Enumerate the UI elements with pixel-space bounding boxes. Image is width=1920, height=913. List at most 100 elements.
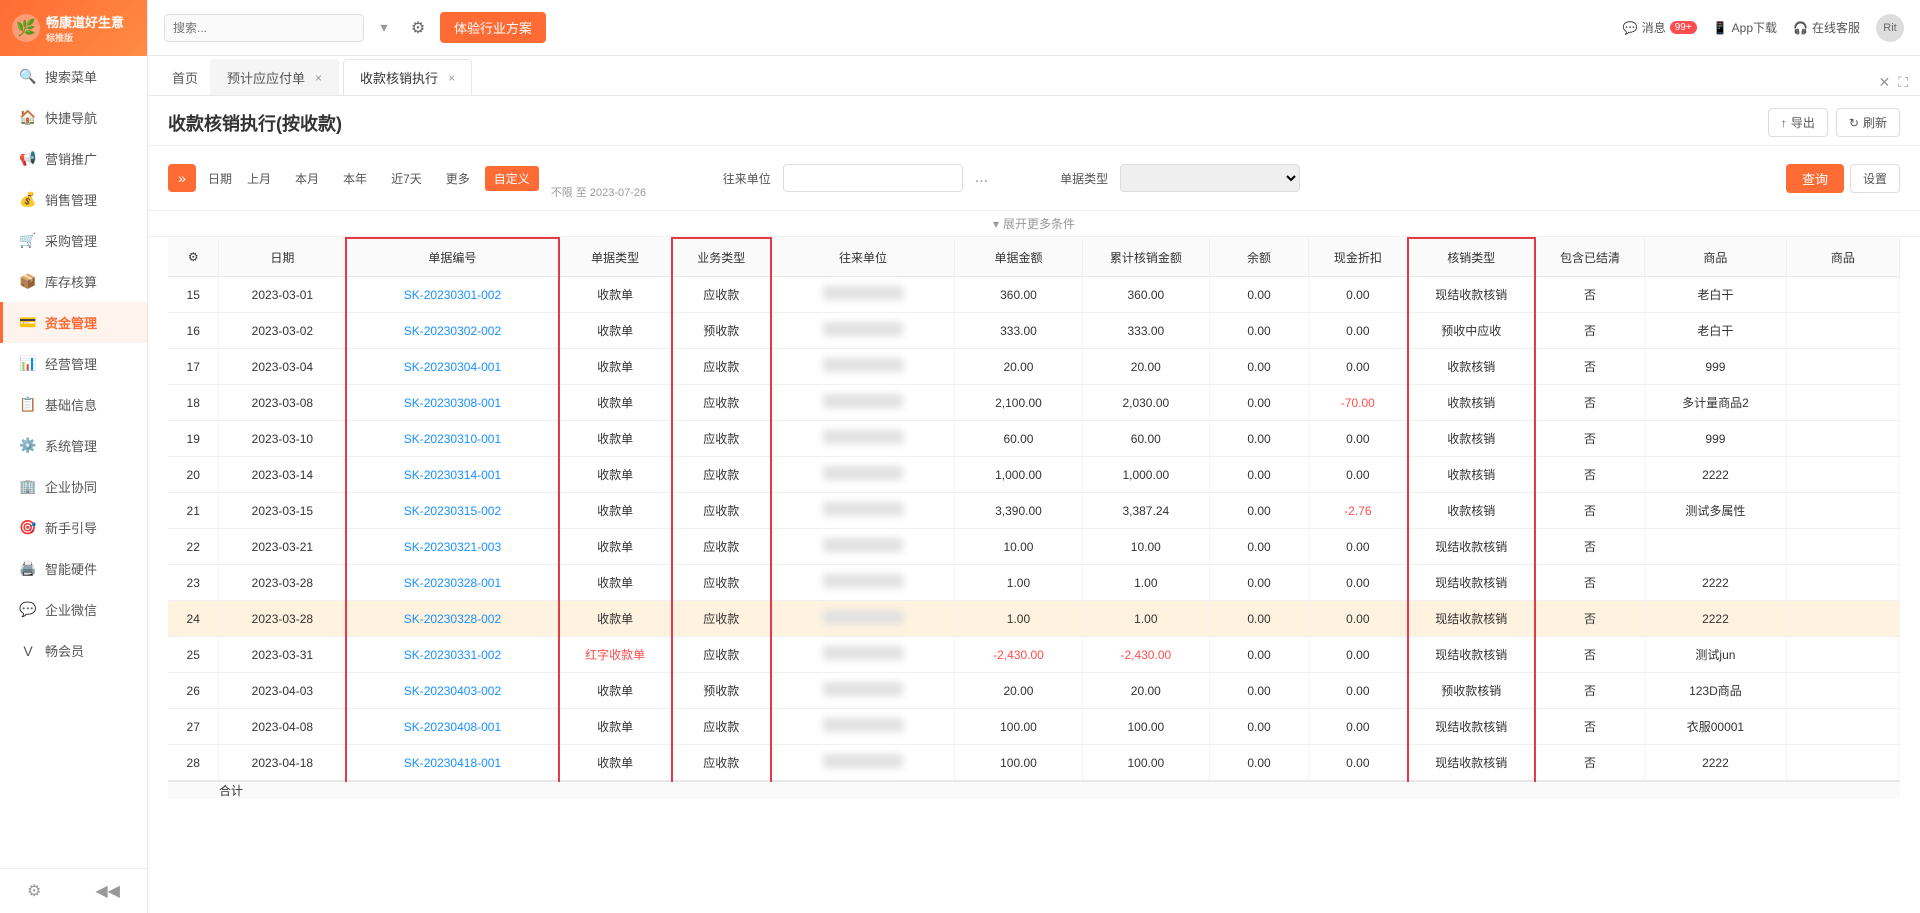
sidebar-item-member[interactable]: V 畅会员 <box>0 630 147 671</box>
sidebar-item-search[interactable]: 🔍 搜索菜单 <box>0 56 147 97</box>
bill-no-link[interactable]: SK-20230302-002 <box>404 324 501 338</box>
logo-badge: 标推版 <box>46 31 124 44</box>
partner-blurred <box>823 286 903 300</box>
sidebar-item-sales[interactable]: 💰 销售管理 <box>0 179 147 220</box>
tab-prepay-close[interactable]: × <box>315 71 322 85</box>
sidebar-item-basic[interactable]: 📋 基础信息 <box>0 384 147 425</box>
table-container[interactable]: ⚙ 日期 单据编号 单据类型 业务类型 往来单位 单据金额 累计核销金额 余额 … <box>148 237 1920 913</box>
tabbar-expand-btn[interactable]: ⛶ <box>1898 74 1908 91</box>
tab-prepay[interactable]: 预计应应付单 × <box>210 59 339 95</box>
filter-settings-btn[interactable]: 设置 <box>1850 164 1900 193</box>
sidebar-item-label: 库存核算 <box>45 272 97 291</box>
row-goods2 <box>1786 421 1899 457</box>
topbar-service-item[interactable]: 🎧 在线客服 <box>1793 19 1860 36</box>
partner-blurred <box>823 682 903 696</box>
row-cumulative: -2,430.00 <box>1082 637 1209 673</box>
topbar-app-item[interactable]: 📱 App下载 <box>1713 19 1777 36</box>
row-date: 2023-04-18 <box>219 745 346 782</box>
row-biz-type: 应收款 <box>672 745 771 782</box>
filter-last7-btn[interactable]: 近7天 <box>382 166 431 191</box>
topbar: ▾ ⚙ 体验行业方案 💬 消息 99+ 📱 App下载 🎧 在线客服 Rit <box>148 0 1920 56</box>
topbar-search-input[interactable] <box>164 14 364 42</box>
topbar-msg-item[interactable]: 💬 消息 99+ <box>1623 19 1697 36</box>
th-date: 日期 <box>219 238 346 277</box>
row-bill-no: SK-20230408-001 <box>346 709 558 745</box>
row-partner <box>771 493 955 529</box>
sidebar-item-hardware[interactable]: 🖨️ 智能硬件 <box>0 548 147 589</box>
row-close-type: 现结收款核销 <box>1408 745 1535 782</box>
partner-blurred <box>823 718 903 732</box>
sidebar-item-operation[interactable]: 📊 经营管理 <box>0 343 147 384</box>
filter-partner-input[interactable] <box>783 164 963 192</box>
bill-no-link[interactable]: SK-20230403-002 <box>404 684 501 698</box>
filter-query-btn[interactable]: 查询 <box>1786 164 1844 193</box>
sidebar-item-label: 智能硬件 <box>45 559 97 578</box>
page-header: 收款核销执行(按收款) ↑ 导出 ↻ 刷新 <box>148 96 1920 146</box>
sidebar-item-guide[interactable]: 🎯 新手引导 <box>0 507 147 548</box>
bill-no-link[interactable]: SK-20230314-001 <box>404 468 501 482</box>
sidebar-item-label: 快捷导航 <box>45 108 97 127</box>
bill-no-link[interactable]: SK-20230408-001 <box>404 720 501 734</box>
filter-expand-btn[interactable]: » <box>168 164 196 192</box>
sidebar-item-capital[interactable]: 💳 资金管理 <box>0 302 147 343</box>
filter-custom-btn[interactable]: 自定义 <box>485 166 539 191</box>
row-bill-type: 收款单 <box>559 673 672 709</box>
footer-empty <box>168 781 219 799</box>
table-settings-icon[interactable]: ⚙ <box>188 250 199 264</box>
expand-more-btn[interactable]: ▾ 展开更多条件 <box>993 215 1075 232</box>
sidebar-item-label: 基础信息 <box>45 395 97 414</box>
topbar-dropdown-btn[interactable]: ▾ <box>372 16 396 40</box>
row-discount: 0.00 <box>1309 349 1408 385</box>
sidebar-settings-btn[interactable]: ⚙ <box>19 877 49 905</box>
topbar-solution-btn[interactable]: 体验行业方案 <box>440 12 546 43</box>
sidebar-item-system[interactable]: ⚙️ 系统管理 <box>0 425 147 466</box>
bill-no-link[interactable]: SK-20230308-001 <box>404 396 501 410</box>
table-row: 27 2023-04-08 SK-20230408-001 收款单 应收款 10… <box>168 709 1900 745</box>
sidebar-collapse-btn[interactable]: ◀◀ <box>87 877 128 905</box>
filter-more-btn[interactable]: 更多 <box>437 166 479 191</box>
bill-no-link[interactable]: SK-20230301-002 <box>404 288 501 302</box>
filter-this-year-btn[interactable]: 本年 <box>334 166 376 191</box>
topbar-avatar[interactable]: Rit <box>1876 14 1904 42</box>
partner-blurred <box>823 466 903 480</box>
row-amount: 3,390.00 <box>955 493 1082 529</box>
row-goods: 123D商品 <box>1645 673 1787 709</box>
row-biz-type: 预收款 <box>672 313 771 349</box>
bill-no-link[interactable]: SK-20230310-001 <box>404 432 501 446</box>
row-discount: -70.00 <box>1309 385 1408 421</box>
bill-no-link[interactable]: SK-20230321-003 <box>404 540 501 554</box>
filter-bill-type-select[interactable] <box>1120 164 1300 192</box>
logo-title: 畅康道好生意 <box>46 12 124 31</box>
row-include-settled: 否 <box>1535 385 1645 421</box>
sidebar-item-enterprise[interactable]: 🏢 企业协同 <box>0 466 147 507</box>
row-balance: 0.00 <box>1210 385 1309 421</box>
bill-no-link[interactable]: SK-20230304-001 <box>404 360 501 374</box>
bill-no-link[interactable]: SK-20230328-001 <box>404 576 501 590</box>
tab-collection-close[interactable]: × <box>448 71 455 85</box>
row-bill-type: 收款单 <box>559 493 672 529</box>
bill-no-link[interactable]: SK-20230418-001 <box>404 756 501 770</box>
msg-label: 消息 <box>1642 19 1666 36</box>
export-btn[interactable]: ↑ 导出 <box>1768 108 1828 137</box>
row-biz-type: 应收款 <box>672 277 771 313</box>
row-date: 2023-03-31 <box>219 637 346 673</box>
bill-no-link[interactable]: SK-20230315-002 <box>404 504 501 518</box>
bill-no-link[interactable]: SK-20230331-002 <box>404 648 501 662</box>
tab-collection[interactable]: 收款核销执行 × <box>343 59 472 95</box>
th-settings[interactable]: ⚙ <box>168 238 219 277</box>
filter-last-month-btn[interactable]: 上月 <box>238 166 280 191</box>
filter-actions: 查询 设置 <box>1786 164 1900 193</box>
topbar-gear-btn[interactable]: ⚙ <box>404 14 432 42</box>
sidebar-item-inventory[interactable]: 📦 库存核算 <box>0 261 147 302</box>
tab-home[interactable]: 首页 <box>160 60 210 95</box>
sidebar-item-wechat[interactable]: 💬 企业微信 <box>0 589 147 630</box>
topbar-breadcrumb: ▾ ⚙ 体验行业方案 <box>164 12 1611 43</box>
sidebar-item-quick[interactable]: 🏠 快捷导航 <box>0 97 147 138</box>
refresh-btn[interactable]: ↻ 刷新 <box>1836 108 1900 137</box>
tabbar-close-btn[interactable]: ✕ <box>1878 74 1890 91</box>
sidebar-item-marketing[interactable]: 📢 营销推广 <box>0 138 147 179</box>
sidebar-item-purchase[interactable]: 🛒 采购管理 <box>0 220 147 261</box>
bill-no-link[interactable]: SK-20230328-002 <box>404 612 501 626</box>
filter-this-month-btn[interactable]: 本月 <box>286 166 328 191</box>
msg-icon: 💬 <box>1623 21 1638 35</box>
